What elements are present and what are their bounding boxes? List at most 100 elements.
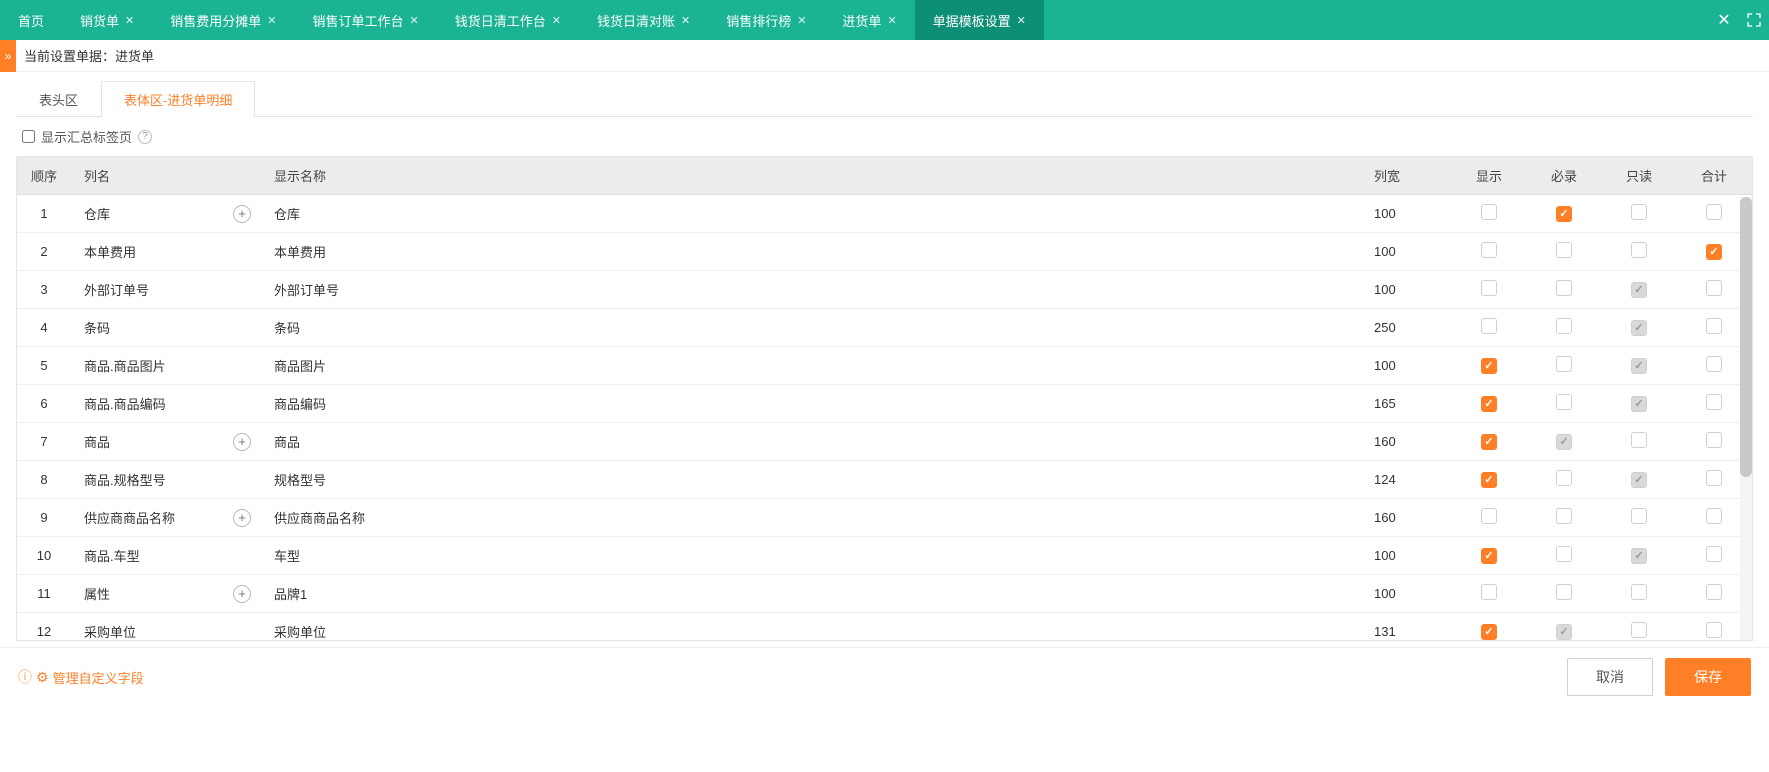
checkbox-sum[interactable] (1706, 584, 1722, 603)
top-tab[interactable]: 首页 (0, 0, 62, 40)
checkbox-show[interactable] (1481, 433, 1497, 450)
checkbox-sum[interactable] (1706, 394, 1722, 413)
cell-display-name[interactable]: 商品图片 (262, 347, 1362, 384)
checkbox-required[interactable] (1556, 394, 1572, 413)
add-icon[interactable]: + (233, 205, 251, 223)
cell-width[interactable]: 100 (1362, 575, 1452, 612)
checkbox-sum[interactable] (1706, 432, 1722, 451)
add-icon[interactable]: + (233, 433, 251, 451)
manage-custom-fields-link[interactable]: ⓘ ⚙ 管理自定义字段 (18, 667, 144, 687)
tab-close-icon[interactable]: ✕ (887, 14, 896, 27)
save-button[interactable]: 保存 (1665, 658, 1751, 696)
table-row[interactable]: 9供应商商品名称+供应商商品名称160 (17, 499, 1752, 537)
cell-display-name[interactable]: 车型 (262, 537, 1362, 574)
top-tab[interactable]: 销售排行榜✕ (708, 0, 824, 40)
checkbox-show[interactable] (1481, 471, 1497, 488)
checkbox-show[interactable] (1481, 584, 1497, 603)
checkbox-readonly[interactable] (1631, 584, 1647, 603)
checkbox-required[interactable] (1556, 280, 1572, 299)
cell-width[interactable]: 250 (1362, 309, 1452, 346)
table-row[interactable]: 11属性+品牌1100 (17, 575, 1752, 613)
checkbox-readonly[interactable] (1631, 622, 1647, 640)
checkbox-sum[interactable] (1706, 243, 1722, 260)
table-row[interactable]: 8商品.规格型号规格型号124 (17, 461, 1752, 499)
help-icon[interactable]: ? (138, 130, 152, 144)
table-row[interactable]: 7商品+商品160 (17, 423, 1752, 461)
cell-width[interactable]: 160 (1362, 423, 1452, 460)
checkbox-required[interactable] (1556, 470, 1572, 489)
table-row[interactable]: 2本单费用本单费用100 (17, 233, 1752, 271)
table-row[interactable]: 4条码条码250 (17, 309, 1752, 347)
checkbox-required[interactable] (1556, 546, 1572, 565)
cell-width[interactable]: 100 (1362, 195, 1452, 232)
checkbox-readonly[interactable] (1631, 508, 1647, 527)
top-tab[interactable]: 销售费用分摊单✕ (152, 0, 294, 40)
checkbox-sum[interactable] (1706, 356, 1722, 375)
tab-close-icon[interactable]: ✕ (552, 14, 561, 27)
cell-display-name[interactable]: 本单费用 (262, 233, 1362, 270)
top-tab[interactable]: 钱货日清工作台✕ (437, 0, 579, 40)
cell-width[interactable]: 165 (1362, 385, 1452, 422)
cell-width[interactable]: 100 (1362, 537, 1452, 574)
tab-close-icon[interactable]: ✕ (267, 14, 276, 27)
add-icon[interactable]: + (233, 585, 251, 603)
table-row[interactable]: 12采购单位采购单位131 (17, 613, 1752, 640)
add-icon[interactable]: + (233, 509, 251, 527)
checkbox-required[interactable] (1556, 205, 1572, 222)
checkbox-show[interactable] (1481, 547, 1497, 564)
checkbox-required[interactable] (1556, 356, 1572, 375)
checkbox-show[interactable] (1481, 280, 1497, 299)
checkbox-sum[interactable] (1706, 318, 1722, 337)
close-all-icon[interactable]: ✕ (1709, 0, 1739, 40)
scrollbar-track[interactable] (1740, 197, 1752, 640)
cancel-button[interactable]: 取消 (1567, 658, 1653, 696)
top-tab[interactable]: 进货单✕ (824, 0, 914, 40)
tab-close-icon[interactable]: ✕ (1017, 14, 1026, 27)
checkbox-required[interactable] (1556, 508, 1572, 527)
top-tab[interactable]: 销货单✕ (62, 0, 152, 40)
cell-display-name[interactable]: 外部订单号 (262, 271, 1362, 308)
checkbox-readonly[interactable] (1631, 204, 1647, 223)
checkbox-sum[interactable] (1706, 280, 1722, 299)
table-row[interactable]: 3外部订单号外部订单号100 (17, 271, 1752, 309)
table-row[interactable]: 10商品.车型车型100 (17, 537, 1752, 575)
cell-display-name[interactable]: 仓库 (262, 195, 1362, 232)
tab-close-icon[interactable]: ✕ (797, 14, 806, 27)
table-row[interactable]: 5商品.商品图片商品图片100 (17, 347, 1752, 385)
top-tab[interactable]: 单据模板设置✕ (915, 0, 1044, 40)
show-summary-tab-checkbox[interactable] (22, 130, 35, 143)
fullscreen-icon[interactable] (1739, 0, 1769, 40)
checkbox-required[interactable] (1556, 318, 1572, 337)
cell-display-name[interactable]: 采购单位 (262, 613, 1362, 640)
checkbox-show[interactable] (1481, 357, 1497, 374)
checkbox-show[interactable] (1481, 508, 1497, 527)
checkbox-sum[interactable] (1706, 508, 1722, 527)
cell-display-name[interactable]: 商品 (262, 423, 1362, 460)
expand-chevron-icon[interactable]: » (0, 40, 16, 72)
checkbox-sum[interactable] (1706, 546, 1722, 565)
tab-close-icon[interactable]: ✕ (681, 14, 690, 27)
cell-width[interactable]: 100 (1362, 271, 1452, 308)
checkbox-show[interactable] (1481, 395, 1497, 412)
cell-width[interactable]: 100 (1362, 347, 1452, 384)
cell-width[interactable]: 124 (1362, 461, 1452, 498)
sub-tab[interactable]: 表头区 (16, 81, 101, 117)
top-tab[interactable]: 钱货日清对账✕ (579, 0, 708, 40)
checkbox-show[interactable] (1481, 623, 1497, 640)
table-row[interactable]: 6商品.商品编码商品编码165 (17, 385, 1752, 423)
cell-display-name[interactable]: 品牌1 (262, 575, 1362, 612)
top-tab[interactable]: 销售订单工作台✕ (294, 0, 436, 40)
checkbox-sum[interactable] (1706, 622, 1722, 640)
checkbox-sum[interactable] (1706, 204, 1722, 223)
cell-display-name[interactable]: 供应商商品名称 (262, 499, 1362, 536)
scrollbar-thumb[interactable] (1740, 197, 1752, 477)
tab-close-icon[interactable]: ✕ (410, 14, 419, 27)
checkbox-show[interactable] (1481, 318, 1497, 337)
checkbox-readonly[interactable] (1631, 242, 1647, 261)
cell-display-name[interactable]: 条码 (262, 309, 1362, 346)
sub-tab[interactable]: 表体区-进货单明细 (101, 81, 255, 117)
checkbox-show[interactable] (1481, 242, 1497, 261)
cell-display-name[interactable]: 规格型号 (262, 461, 1362, 498)
checkbox-show[interactable] (1481, 204, 1497, 223)
checkbox-readonly[interactable] (1631, 432, 1647, 451)
